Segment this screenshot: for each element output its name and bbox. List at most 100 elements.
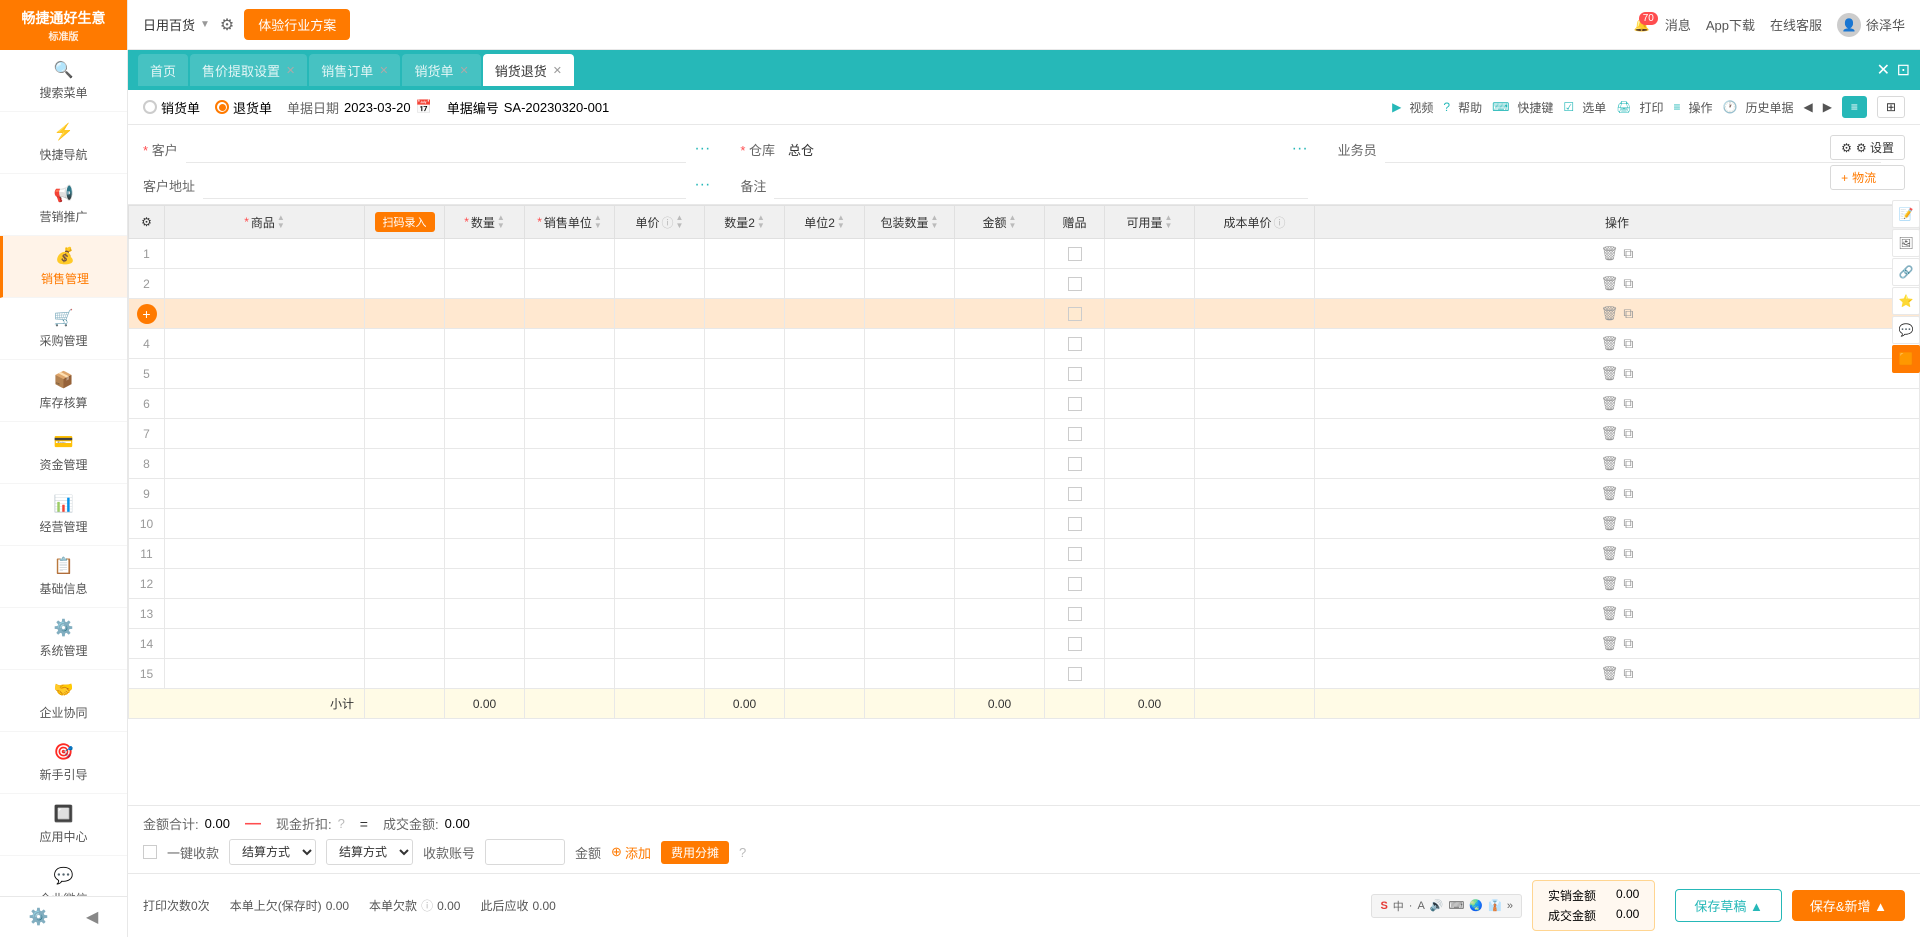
user-menu[interactable]: 👤 徐泽华 xyxy=(1837,13,1905,37)
copy-icon[interactable]: ⧉ xyxy=(1623,635,1633,652)
one-click-checkbox[interactable] xyxy=(143,845,157,859)
address-dots-icon[interactable]: ··· xyxy=(694,176,710,194)
copy-icon[interactable]: ⧉ xyxy=(1623,305,1633,322)
tab-shrink-icon[interactable]: ⊡ xyxy=(1897,60,1910,80)
tab-price-close-icon[interactable]: ✕ xyxy=(286,64,295,77)
right-tool-link[interactable]: 🔗 xyxy=(1892,258,1920,286)
pkg-qty-cell[interactable] xyxy=(865,239,955,269)
toolbar-history[interactable]: 🕐 历史单据 xyxy=(1722,99,1793,116)
address-input[interactable] xyxy=(203,171,686,199)
delete-icon[interactable]: 🗑 xyxy=(1601,485,1619,502)
sidebar-settings-btn[interactable]: ⚙️ xyxy=(29,907,49,927)
tab-return-close-icon[interactable]: ✕ xyxy=(553,64,562,77)
settings-btn[interactable]: ⚙ ⚙ 设置 xyxy=(1830,135,1905,160)
sidebar-collapse-btn[interactable]: ◀ xyxy=(86,907,98,927)
gift-checkbox[interactable] xyxy=(1068,547,1082,561)
sidebar-item-basic[interactable]: 📋 基础信息 xyxy=(0,546,127,608)
gift-cell[interactable] xyxy=(1045,269,1105,299)
gift-checkbox[interactable] xyxy=(1068,487,1082,501)
warehouse-dots-icon[interactable]: ··· xyxy=(1292,140,1308,158)
sidebar-item-search[interactable]: 🔍 搜索菜单 xyxy=(0,50,127,112)
delete-icon[interactable]: 🗑 xyxy=(1601,305,1619,322)
delete-icon[interactable]: 🗑 xyxy=(1601,515,1619,532)
unit2-cell[interactable] xyxy=(785,269,865,299)
unit2-cell[interactable] xyxy=(785,239,865,269)
qty2-cell-active[interactable] xyxy=(705,299,785,329)
toolbar-nav-next[interactable]: ▶ xyxy=(1823,100,1832,114)
sidebar-item-marketing[interactable]: 📢 营销推广 xyxy=(0,174,127,236)
quantity-cell[interactable] xyxy=(445,269,525,299)
sidebar-item-wechat[interactable]: 💬 企业微信 xyxy=(0,856,127,896)
customer-dots-icon[interactable]: ··· xyxy=(694,140,710,158)
gift-checkbox[interactable] xyxy=(1068,667,1082,681)
gift-checkbox[interactable] xyxy=(1068,607,1082,621)
price-cell[interactable] xyxy=(615,269,705,299)
delete-icon[interactable]: 🗑 xyxy=(1601,635,1619,652)
tab-delivery-close-icon[interactable]: ✕ xyxy=(460,64,469,77)
delete-icon[interactable]: 🗑 xyxy=(1601,275,1619,292)
col-gear[interactable]: ⚙ xyxy=(129,206,165,239)
experience-btn[interactable]: 体验行业方案 xyxy=(244,9,350,40)
copy-icon[interactable]: ⧉ xyxy=(1623,335,1633,352)
copy-icon[interactable]: ⧉ xyxy=(1623,455,1633,472)
copy-icon[interactable]: ⧉ xyxy=(1623,665,1633,682)
pkg-qty-cell-active[interactable] xyxy=(865,299,955,329)
fee-split-btn[interactable]: 费用分摊 xyxy=(661,841,729,864)
view-list-btn[interactable]: ≡ xyxy=(1842,96,1867,118)
gift-cell[interactable] xyxy=(1045,239,1105,269)
copy-icon[interactable]: ⧉ xyxy=(1623,365,1633,382)
copy-icon[interactable]: ⧉ xyxy=(1623,575,1633,592)
sidebar-item-apps[interactable]: 🔲 应用中心 xyxy=(0,794,127,856)
view-grid-btn[interactable]: ⊞ xyxy=(1877,96,1905,118)
save-new-btn[interactable]: 保存&新增 ▲ xyxy=(1792,890,1905,921)
pkg-qty-cell[interactable] xyxy=(865,269,955,299)
tab-order-close-icon[interactable]: ✕ xyxy=(379,64,388,77)
delete-icon[interactable]: 🗑 xyxy=(1601,605,1619,622)
unit-cell[interactable] xyxy=(525,239,615,269)
toolbar-video[interactable]: ▶ 视频 xyxy=(1392,99,1433,116)
product-cell[interactable] xyxy=(165,239,365,269)
radio-return[interactable]: 退货单 xyxy=(215,98,272,117)
sidebar-item-inventory[interactable]: 📦 库存核算 xyxy=(0,360,127,422)
customer-input[interactable] xyxy=(186,135,687,163)
copy-icon[interactable]: ⧉ xyxy=(1623,425,1633,442)
product-cell-active[interactable] xyxy=(165,299,365,329)
sidebar-item-system[interactable]: ⚙️ 系统管理 xyxy=(0,608,127,670)
tab-sales-return[interactable]: 销货退货 ✕ xyxy=(483,54,574,86)
tab-sales-delivery[interactable]: 销货单 ✕ xyxy=(402,54,480,86)
quantity-cell[interactable] xyxy=(445,239,525,269)
sidebar-item-enterprise[interactable]: 🤝 企业协同 xyxy=(0,670,127,732)
gift-checkbox[interactable] xyxy=(1068,637,1082,651)
copy-icon[interactable]: ⧉ xyxy=(1623,245,1633,262)
delete-icon[interactable]: 🗑 xyxy=(1601,665,1619,682)
gift-checkbox[interactable] xyxy=(1068,277,1082,291)
gift-checkbox[interactable] xyxy=(1068,367,1082,381)
gift-checkbox[interactable] xyxy=(1068,337,1082,351)
tab-price-settings[interactable]: 售价提取设置 ✕ xyxy=(190,54,307,86)
staff-input[interactable] xyxy=(1385,135,1881,163)
amount-cell-active[interactable] xyxy=(955,299,1045,329)
right-tool-note[interactable]: 📝 xyxy=(1892,200,1920,228)
toolbar-nav-prev[interactable]: ◀ xyxy=(1803,100,1812,114)
sidebar-item-sales[interactable]: 💰 销售管理 xyxy=(0,236,127,298)
gift-checkbox[interactable] xyxy=(1068,517,1082,531)
copy-icon[interactable]: ⧉ xyxy=(1623,395,1633,412)
gift-checkbox[interactable] xyxy=(1068,427,1082,441)
calendar-icon[interactable]: 📅 xyxy=(416,99,432,115)
copy-icon[interactable]: ⧉ xyxy=(1623,605,1633,622)
right-tool-image[interactable]: 🖼 xyxy=(1892,229,1920,257)
scan-btn[interactable]: 扫码录入 xyxy=(375,212,435,232)
gift-checkbox[interactable] xyxy=(1068,397,1082,411)
toolbar-shortcut[interactable]: ⌨ 快捷键 xyxy=(1492,99,1553,116)
unit-cell-active[interactable] xyxy=(525,299,615,329)
delete-icon[interactable]: 🗑 xyxy=(1601,455,1619,472)
qty2-cell[interactable] xyxy=(705,239,785,269)
tab-sales-order[interactable]: 销售订单 ✕ xyxy=(309,54,400,86)
toolbar-help[interactable]: ? 帮助 xyxy=(1443,99,1482,116)
toolbar-select[interactable]: ☑ 选单 xyxy=(1563,99,1606,116)
toolbar-operation[interactable]: ≡ 操作 xyxy=(1673,99,1712,116)
product-cell[interactable] xyxy=(165,269,365,299)
save-draft-btn[interactable]: 保存草稿 ▲ xyxy=(1675,889,1782,922)
tab-home[interactable]: 首页 xyxy=(138,54,188,86)
header-gear-icon[interactable]: ⚙ xyxy=(220,15,234,35)
